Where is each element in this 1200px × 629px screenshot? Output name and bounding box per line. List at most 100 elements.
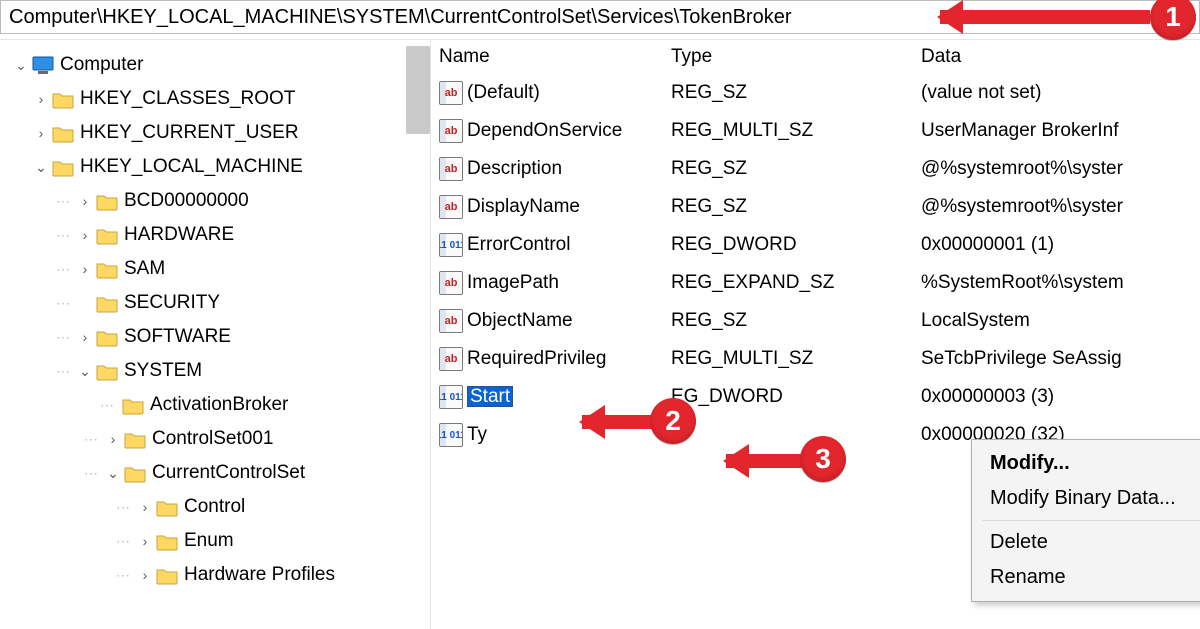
registry-values: Name Type Data ab(Default)REG_SZ(value n… — [430, 40, 1200, 629]
tree-node[interactable]: ⋯ › SAM — [8, 252, 430, 286]
tree-label: HKEY_LOCAL_MACHINE — [80, 156, 303, 178]
tree-label: HARDWARE — [124, 224, 234, 246]
tree-guide: ⋯ — [116, 499, 136, 516]
tree-label: HKEY_CURRENT_USER — [80, 122, 299, 144]
toggle-icon[interactable]: › — [136, 567, 154, 583]
tree-label: CurrentControlSet — [152, 462, 305, 484]
column-headers[interactable]: Name Type Data — [431, 40, 1200, 74]
tree-node[interactable]: › HKEY_CLASSES_ROOT — [8, 82, 430, 116]
menu-delete[interactable]: Delete — [972, 525, 1200, 560]
string-value-icon: ab — [439, 347, 463, 371]
toggle-icon[interactable]: ⌄ — [32, 159, 50, 176]
tree-label: Hardware Profiles — [184, 564, 335, 586]
folder-icon — [96, 328, 118, 347]
col-type[interactable]: Type — [671, 46, 921, 68]
value-row[interactable]: 011 0110StartEG_DWORD0x00000003 (3) — [431, 378, 1200, 416]
tree-node[interactable]: ⋯ ⌄ SYSTEM — [8, 354, 430, 388]
toggle-icon[interactable]: ⌄ — [104, 465, 122, 482]
value-data: SeTcbPrivilege SeAssig — [921, 348, 1200, 370]
string-value-icon: ab — [439, 309, 463, 333]
toggle-icon[interactable]: ⌄ — [12, 57, 30, 74]
tree-label: Computer — [60, 54, 143, 76]
main-split: ⌄ Computer › HKEY_CLASSES_ROOT › HKEY_CU… — [0, 40, 1200, 629]
folder-icon — [96, 362, 118, 381]
menu-separator — [982, 520, 1200, 521]
value-row[interactable]: abDisplayNameREG_SZ@%systemroot%\syster — [431, 188, 1200, 226]
annotation-badge-3: 3 — [800, 436, 846, 482]
value-type: REG_SZ — [671, 158, 921, 180]
tree-node[interactable]: ⋯ › Hardware Profiles — [8, 558, 430, 592]
tree-node[interactable]: ⋯ SECURITY — [8, 286, 430, 320]
menu-rename[interactable]: Rename — [972, 560, 1200, 595]
tree-node-computer[interactable]: ⌄ Computer — [8, 48, 430, 82]
value-name: RequiredPrivileg — [467, 348, 671, 370]
context-menu: Modify... Modify Binary Data... Delete R… — [971, 439, 1200, 602]
tree-label: SOFTWARE — [124, 326, 231, 348]
value-type: REG_MULTI_SZ — [671, 120, 921, 142]
tree-node[interactable]: ⋯ ⌄ CurrentControlSet — [8, 456, 430, 490]
value-type: REG_DWORD — [671, 234, 921, 256]
tree-node[interactable]: ⋯ › BCD00000000 — [8, 184, 430, 218]
toggle-icon[interactable]: › — [76, 261, 94, 277]
tree-guide: ⋯ — [116, 567, 136, 584]
registry-path-text: Computer\HKEY_LOCAL_MACHINE\SYSTEM\Curre… — [9, 6, 792, 28]
annotation-arrow-1 — [940, 10, 1150, 24]
toggle-icon[interactable]: › — [32, 91, 50, 107]
dword-value-icon: 011 0110 — [439, 233, 463, 257]
toggle-icon[interactable]: › — [76, 193, 94, 209]
tree-guide: ⋯ — [56, 295, 76, 312]
tree-node[interactable]: ⋯ › Enum — [8, 524, 430, 558]
value-row[interactable]: abRequiredPrivilegREG_MULTI_SZSeTcbPrivi… — [431, 340, 1200, 378]
tree-node[interactable]: ⋯ › HARDWARE — [8, 218, 430, 252]
registry-tree[interactable]: ⌄ Computer › HKEY_CLASSES_ROOT › HKEY_CU… — [0, 40, 430, 629]
folder-icon — [52, 90, 74, 109]
toggle-icon[interactable]: ⌄ — [76, 363, 94, 380]
toggle-icon[interactable]: › — [76, 227, 94, 243]
string-value-icon: ab — [439, 119, 463, 143]
value-name: DisplayName — [467, 196, 671, 218]
value-row[interactable]: 011 0110ErrorControlREG_DWORD0x00000001 … — [431, 226, 1200, 264]
value-name: ImagePath — [467, 272, 671, 294]
toggle-icon[interactable]: › — [32, 125, 50, 141]
annotation-badge-2: 2 — [650, 398, 696, 444]
toggle-icon[interactable]: › — [136, 499, 154, 515]
toggle-icon[interactable]: › — [76, 329, 94, 345]
tree-node[interactable]: ⋯ ActivationBroker — [8, 388, 430, 422]
tree-label: ControlSet001 — [152, 428, 273, 450]
menu-modify-binary[interactable]: Modify Binary Data... — [972, 481, 1200, 516]
value-row[interactable]: ab(Default)REG_SZ(value not set) — [431, 74, 1200, 112]
folder-icon — [96, 260, 118, 279]
folder-icon — [124, 430, 146, 449]
value-name: ErrorControl — [467, 234, 671, 256]
tree-node[interactable]: ⌄ HKEY_LOCAL_MACHINE — [8, 150, 430, 184]
value-name: DependOnService — [467, 120, 671, 142]
value-row[interactable]: abImagePathREG_EXPAND_SZ%SystemRoot%\sys… — [431, 264, 1200, 302]
tree-label: Enum — [184, 530, 234, 552]
value-name: ObjectName — [467, 310, 671, 332]
folder-icon — [124, 464, 146, 483]
string-value-icon: ab — [439, 157, 463, 181]
value-type: REG_MULTI_SZ — [671, 348, 921, 370]
tree-node[interactable]: ⋯ › Control — [8, 490, 430, 524]
menu-modify[interactable]: Modify... — [972, 446, 1200, 481]
tree-node[interactable]: › HKEY_CURRENT_USER — [8, 116, 430, 150]
value-row[interactable]: abObjectNameREG_SZLocalSystem — [431, 302, 1200, 340]
value-data: @%systemroot%\syster — [921, 158, 1200, 180]
value-name: Description — [467, 158, 671, 180]
value-row[interactable]: abDependOnServiceREG_MULTI_SZUserManager… — [431, 112, 1200, 150]
string-value-icon: ab — [439, 195, 463, 219]
toggle-icon[interactable]: › — [104, 431, 122, 447]
value-data: (value not set) — [921, 82, 1200, 104]
annotation-arrow-3 — [726, 454, 802, 468]
tree-node[interactable]: ⋯ › ControlSet001 — [8, 422, 430, 456]
toggle-icon[interactable]: › — [136, 533, 154, 549]
col-name[interactable]: Name — [431, 46, 671, 68]
folder-icon — [156, 532, 178, 551]
dword-value-icon: 011 0110 — [439, 385, 463, 409]
value-row[interactable]: abDescriptionREG_SZ@%systemroot%\syster — [431, 150, 1200, 188]
col-data[interactable]: Data — [921, 46, 1200, 68]
tree-node[interactable]: ⋯ › SOFTWARE — [8, 320, 430, 354]
tree-guide: ⋯ — [84, 431, 104, 448]
value-data: %SystemRoot%\system — [921, 272, 1200, 294]
folder-icon — [96, 294, 118, 313]
